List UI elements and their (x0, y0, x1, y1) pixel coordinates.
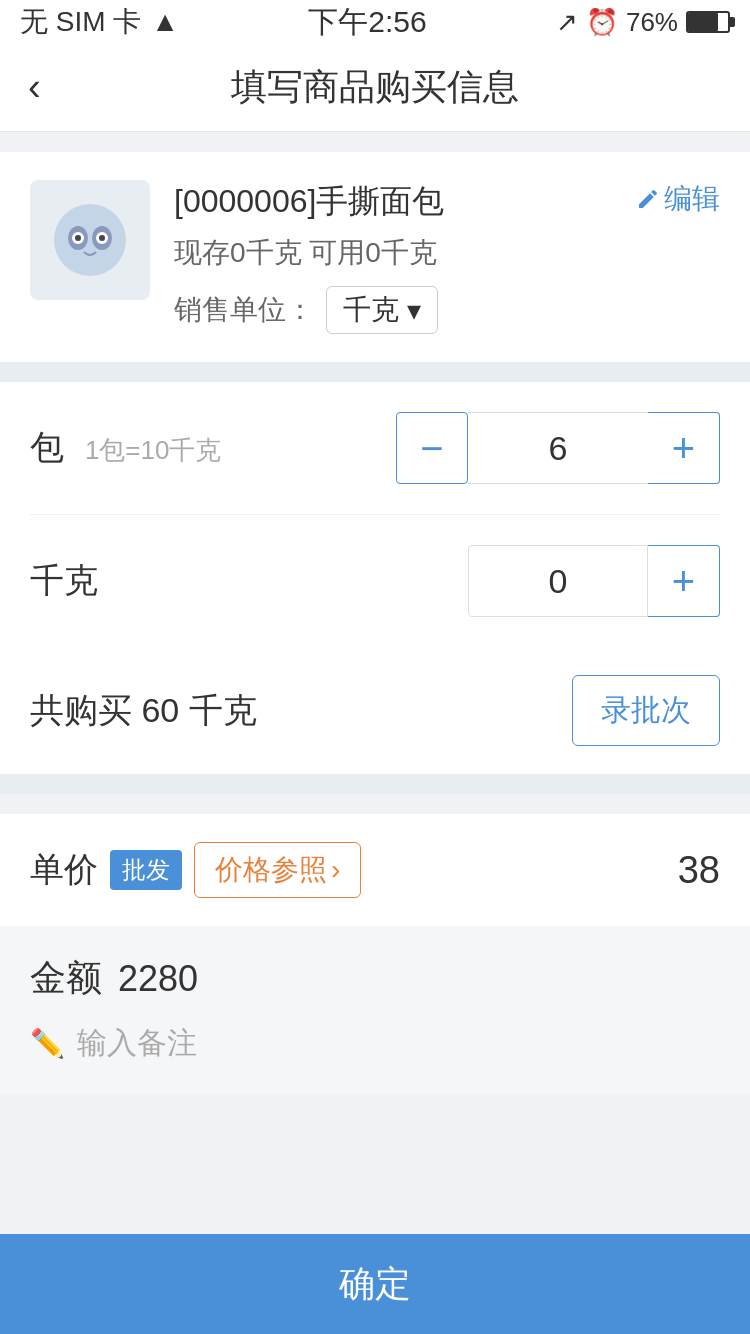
price-value: 38 (678, 849, 720, 892)
product-unit-row: 销售单位： 千克 ▾ (174, 286, 720, 334)
record-batch-button[interactable]: 录批次 (572, 675, 720, 746)
location-icon: ↗ (556, 7, 578, 38)
total-label: 共购买 60 千克 (30, 688, 257, 734)
price-label: 单价 (30, 847, 98, 893)
kg-row: 千克 + (30, 515, 720, 647)
svg-point-5 (75, 235, 81, 241)
divider-2 (0, 774, 750, 794)
status-left: 无 SIM 卡 ▲ (20, 3, 179, 41)
kg-input[interactable] (468, 545, 648, 617)
wifi-icon: ▲ (151, 6, 179, 38)
remark-label: 输入备注 (77, 1023, 197, 1064)
amount-label: 金额 (30, 954, 102, 1003)
product-card: [0000006]手撕面包 编辑 现存0千克 可用0千克 销售单位： 千克 ▾ (0, 152, 750, 362)
nav-bar: ‹ 填写商品购买信息 (0, 44, 750, 132)
product-info: [0000006]手撕面包 编辑 现存0千克 可用0千克 销售单位： 千克 ▾ (174, 180, 720, 334)
svg-point-6 (99, 235, 105, 241)
package-increase-button[interactable]: + (648, 412, 720, 484)
package-control: − + (396, 412, 720, 484)
status-right: ↗ ⏰ 76% (556, 7, 730, 38)
amount-value: 2280 (118, 958, 198, 1000)
confirm-button[interactable]: 确定 (0, 1234, 750, 1334)
status-time: 下午2:56 (308, 2, 426, 43)
package-decrease-button[interactable]: − (396, 412, 468, 484)
amount-row: 金额 2280 (30, 954, 720, 1023)
kg-label: 千克 (30, 558, 98, 604)
price-left: 单价 批发 价格参照 › (30, 842, 361, 898)
product-name: [0000006]手撕面包 (174, 180, 636, 224)
alarm-icon: ⏰ (586, 7, 618, 38)
amount-section: 金额 2280 ✏️ 输入备注 (0, 926, 750, 1094)
svg-point-0 (54, 204, 126, 276)
battery-label: 76% (626, 7, 678, 38)
kg-increase-button[interactable]: + (648, 545, 720, 617)
price-section: 单价 批发 价格参照 › 38 (0, 814, 750, 926)
sim-label: 无 SIM 卡 (20, 3, 141, 41)
chevron-right-icon: › (331, 854, 340, 886)
dropdown-icon: ▾ (407, 294, 421, 327)
edit-link[interactable]: 编辑 (636, 180, 720, 218)
remark-row[interactable]: ✏️ 输入备注 (30, 1023, 720, 1094)
price-reference-button[interactable]: 价格参照 › (194, 842, 361, 898)
quantity-section: 包 1包=10千克 − + 千克 + (0, 382, 750, 647)
kg-control: + (468, 545, 720, 617)
product-image (30, 180, 150, 300)
battery-icon (686, 11, 730, 33)
package-label-group: 包 1包=10千克 (30, 425, 221, 471)
page-title: 填写商品购买信息 (231, 63, 519, 112)
price-badge: 批发 (110, 850, 182, 890)
status-bar: 无 SIM 卡 ▲ 下午2:56 ↗ ⏰ 76% (0, 0, 750, 44)
pencil-icon: ✏️ (30, 1027, 65, 1060)
divider-1 (0, 362, 750, 382)
unit-select[interactable]: 千克 ▾ (326, 286, 438, 334)
package-row: 包 1包=10千克 − + (30, 382, 720, 515)
product-stock: 现存0千克 可用0千克 (174, 234, 720, 272)
total-section: 共购买 60 千克 录批次 (0, 647, 750, 774)
unit-label: 销售单位： (174, 291, 314, 329)
back-button[interactable]: ‹ (28, 66, 41, 109)
package-label: 包 (30, 428, 64, 466)
package-input[interactable] (468, 412, 648, 484)
package-hint: 1包=10千克 (85, 435, 222, 465)
